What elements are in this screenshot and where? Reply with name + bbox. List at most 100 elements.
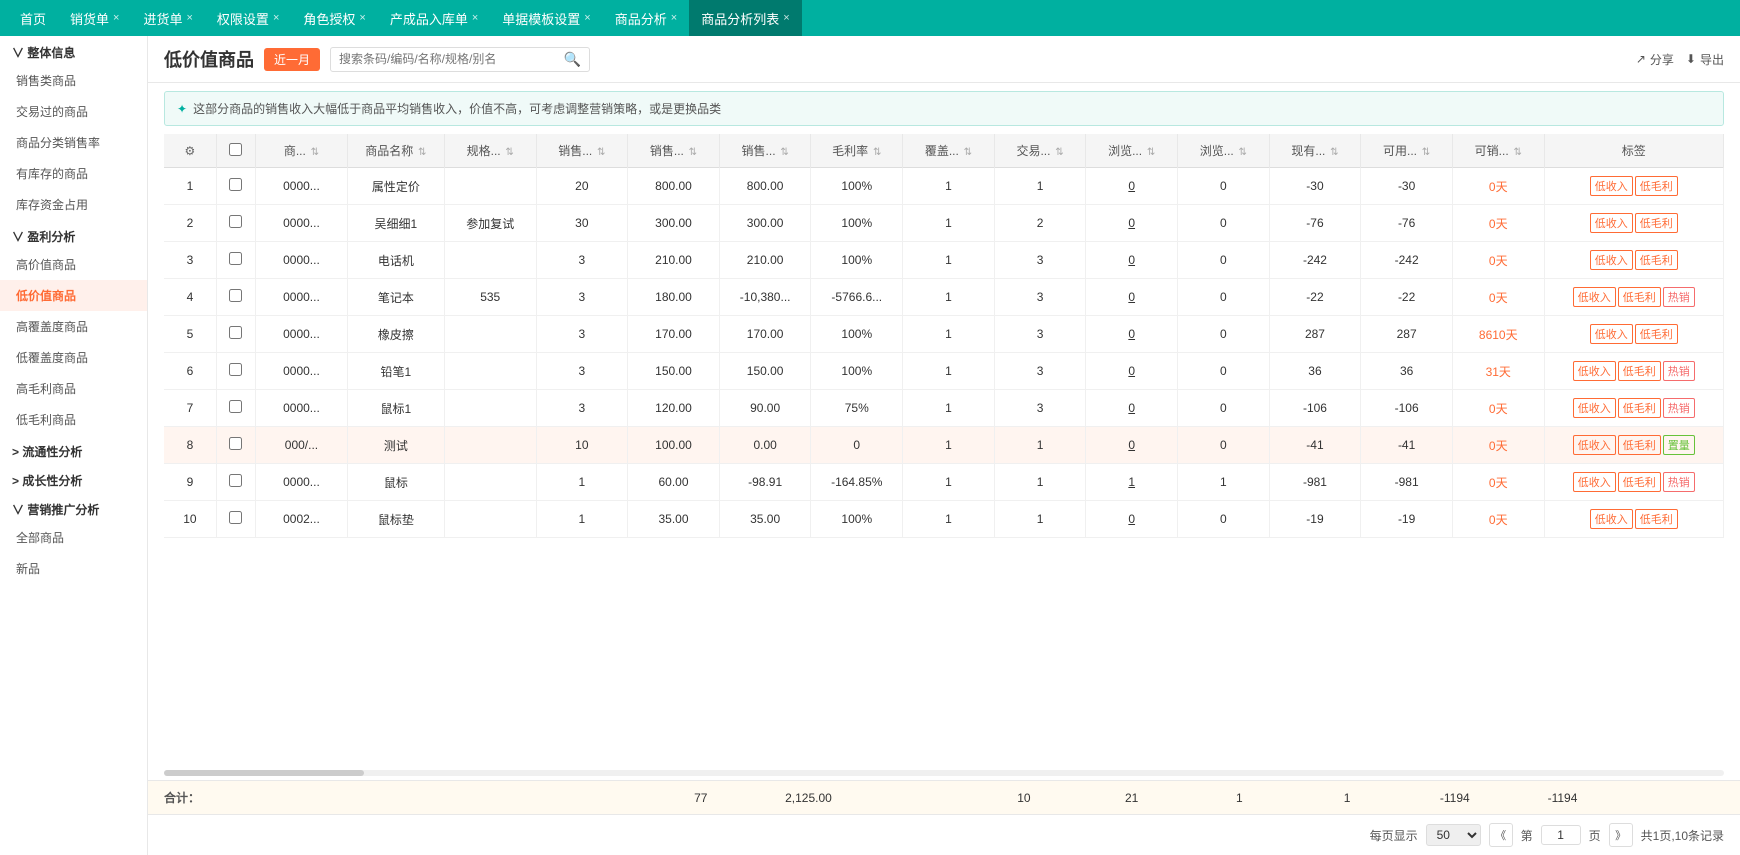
sort-icon-8[interactable]: ⇅ — [870, 147, 881, 158]
view-link[interactable]: 0 — [1128, 290, 1135, 304]
sort-icon-4[interactable]: ⇅ — [503, 147, 514, 158]
col-header-12[interactable]: 浏览... ⇅ — [1178, 134, 1270, 168]
sidebar-item-库存资金占用[interactable]: 库存资金占用 — [0, 189, 147, 220]
cell-11[interactable]: 0 — [1086, 242, 1178, 279]
export-btn[interactable]: ⬇ 导出 — [1686, 51, 1724, 68]
sidebar-item-低价值商品[interactable]: 低价值商品 — [0, 280, 147, 311]
sidebar-item-高毛利商品[interactable]: 高毛利商品 — [0, 373, 147, 404]
nav-item-角色授权[interactable]: 角色授权 × — [291, 0, 377, 36]
nav-item-商品分析[interactable]: 商品分析 × — [603, 0, 689, 36]
row-checkbox[interactable] — [229, 215, 242, 228]
row-checkbox[interactable] — [229, 474, 242, 487]
view-link[interactable]: 0 — [1128, 512, 1135, 526]
view-link[interactable]: 1 — [1128, 475, 1135, 489]
prev-first-btn[interactable]: 《 — [1489, 823, 1513, 847]
row-checkbox[interactable] — [229, 437, 242, 450]
sidebar-item-低覆盖度商品[interactable]: 低覆盖度商品 — [0, 342, 147, 373]
next-last-btn[interactable]: 》 — [1609, 823, 1633, 847]
row-checkbox[interactable] — [229, 363, 242, 376]
col-header-3[interactable]: 商品名称 ⇅ — [347, 134, 444, 168]
col-header-14[interactable]: 可用... ⇅ — [1361, 134, 1453, 168]
cell-1[interactable] — [216, 279, 255, 316]
sidebar-item-销售类商品[interactable]: 销售类商品 — [0, 65, 147, 96]
view-link[interactable]: 0 — [1128, 216, 1135, 230]
scrollbar[interactable] — [164, 770, 1724, 776]
sort-icon-10[interactable]: ⇅ — [1052, 147, 1063, 158]
nav-item-权限设置[interactable]: 权限设置 × — [205, 0, 291, 36]
sort-icon-14[interactable]: ⇅ — [1419, 147, 1430, 158]
col-header-2[interactable]: 商... ⇅ — [256, 134, 348, 168]
sort-icon-5[interactable]: ⇅ — [594, 147, 605, 158]
sort-icon-7[interactable]: ⇅ — [778, 147, 789, 158]
row-checkbox[interactable] — [229, 511, 242, 524]
sort-icon-3[interactable]: ⇅ — [415, 147, 426, 158]
view-link[interactable]: 0 — [1128, 401, 1135, 415]
sort-icon-6[interactable]: ⇅ — [686, 147, 697, 158]
row-checkbox[interactable] — [229, 178, 242, 191]
sidebar-item-交易过的商品[interactable]: 交易过的商品 — [0, 96, 147, 127]
row-checkbox[interactable] — [229, 400, 242, 413]
filter-btn[interactable]: 近一月 — [264, 48, 320, 71]
col-header-15[interactable]: 可销... ⇅ — [1452, 134, 1544, 168]
view-link[interactable]: 0 — [1128, 364, 1135, 378]
sidebar-item-全部商品[interactable]: 全部商品 — [0, 522, 147, 553]
nav-item-首页[interactable]: 首页 — [8, 0, 58, 36]
cell-1[interactable] — [216, 242, 255, 279]
sort-icon-13[interactable]: ⇅ — [1327, 147, 1338, 158]
sidebar-item-新品[interactable]: 新品 — [0, 553, 147, 584]
col-header-10[interactable]: 交易... ⇅ — [994, 134, 1086, 168]
row-checkbox[interactable] — [229, 252, 242, 265]
nav-close-icon[interactable]: × — [186, 12, 192, 24]
sidebar-group-整体信息[interactable]: ∨ 整体信息 — [0, 36, 147, 65]
cell-11[interactable]: 0 — [1086, 390, 1178, 427]
nav-close-icon[interactable]: × — [671, 12, 677, 24]
page-input[interactable] — [1541, 825, 1581, 845]
col-header-7[interactable]: 销售... ⇅ — [719, 134, 811, 168]
cell-11[interactable]: 0 — [1086, 279, 1178, 316]
sidebar-group-盈利分析[interactable]: ∨ 盈利分析 — [0, 220, 147, 249]
sort-icon-12[interactable]: ⇅ — [1236, 147, 1247, 158]
page-size-select[interactable]: 50 100 200 — [1426, 824, 1481, 846]
cell-11[interactable]: 0 — [1086, 316, 1178, 353]
sort-icon-15[interactable]: ⇅ — [1511, 147, 1522, 158]
nav-close-icon[interactable]: × — [472, 12, 478, 24]
sidebar-group-营销推广分析[interactable]: ∨ 营销推广分析 — [0, 493, 147, 522]
sort-icon-2[interactable]: ⇅ — [308, 147, 319, 158]
cell-11[interactable]: 1 — [1086, 464, 1178, 501]
col-header-5[interactable]: 销售... ⇅ — [536, 134, 628, 168]
sidebar-item-有库存的商品[interactable]: 有库存的商品 — [0, 158, 147, 189]
sidebar-group-流通性分析[interactable]: > 流通性分析 — [0, 435, 147, 464]
nav-close-icon[interactable]: × — [359, 12, 365, 24]
col-header-6[interactable]: 销售... ⇅ — [628, 134, 720, 168]
nav-close-icon[interactable]: × — [113, 12, 119, 24]
col-header-8[interactable]: 毛利率 ⇅ — [811, 134, 903, 168]
view-link[interactable]: 0 — [1128, 253, 1135, 267]
sidebar-item-高覆盖度商品[interactable]: 高覆盖度商品 — [0, 311, 147, 342]
nav-item-单据模板设置[interactable]: 单据模板设置 × — [490, 0, 602, 36]
nav-close-icon[interactable]: × — [273, 12, 279, 24]
sidebar-item-高价值商品[interactable]: 高价值商品 — [0, 249, 147, 280]
nav-item-产成品入库单[interactable]: 产成品入库单 × — [378, 0, 490, 36]
share-btn[interactable]: ↗ 分享 — [1636, 51, 1674, 68]
sort-icon-11[interactable]: ⇅ — [1144, 147, 1155, 158]
row-checkbox[interactable] — [229, 326, 242, 339]
search-icon[interactable]: 🔍 — [564, 51, 581, 68]
select-all-checkbox[interactable] — [229, 143, 242, 156]
cell-11[interactable]: 0 — [1086, 501, 1178, 538]
row-checkbox[interactable] — [229, 289, 242, 302]
nav-close-icon[interactable]: × — [584, 12, 590, 24]
settings-icon[interactable]: ⚙ — [185, 144, 196, 158]
view-link[interactable]: 0 — [1128, 327, 1135, 341]
sidebar-item-商品分类销售率[interactable]: 商品分类销售率 — [0, 127, 147, 158]
cell-1[interactable] — [216, 205, 255, 242]
cell-1[interactable] — [216, 168, 255, 205]
view-link[interactable]: 0 — [1128, 438, 1135, 452]
col-header-4[interactable]: 规格... ⇅ — [444, 134, 536, 168]
cell-1[interactable] — [216, 464, 255, 501]
cell-1[interactable] — [216, 316, 255, 353]
nav-item-销货单[interactable]: 销货单 × — [58, 0, 131, 36]
cell-1[interactable] — [216, 353, 255, 390]
nav-item-商品分析列表[interactable]: 商品分析列表 × — [689, 0, 801, 36]
search-input[interactable] — [339, 52, 564, 66]
sidebar-group-成长性分析[interactable]: > 成长性分析 — [0, 464, 147, 493]
